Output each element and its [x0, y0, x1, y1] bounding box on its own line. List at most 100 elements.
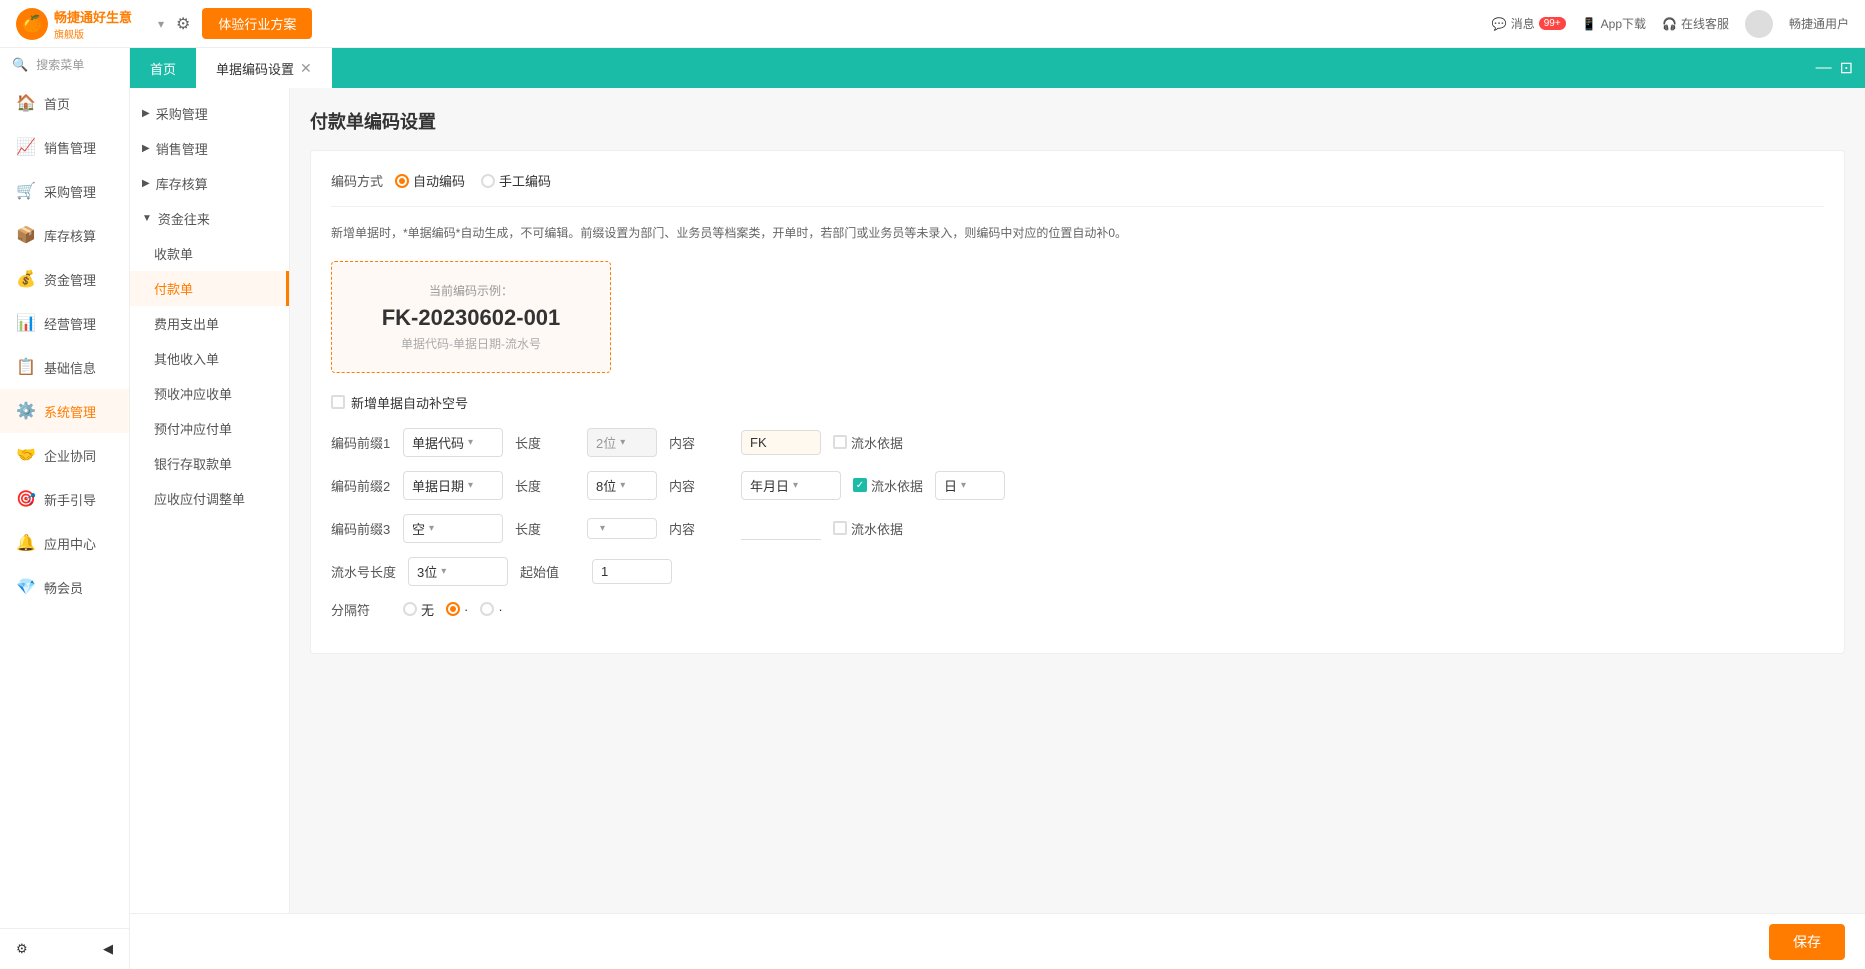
- start-value-input[interactable]: [592, 559, 672, 584]
- sidebar-item-home[interactable]: 🏠 首页: [0, 81, 129, 125]
- left-nav-item-receipt[interactable]: 收款单: [130, 236, 289, 271]
- sidebar-item-label-purchase: 采购管理: [44, 182, 96, 201]
- left-nav-item-other-income[interactable]: 其他收入单: [130, 341, 289, 376]
- left-nav-item-adjust[interactable]: 应收应付调整单: [130, 481, 289, 516]
- left-nav-cashflow-title[interactable]: ▼ 资金往来: [130, 201, 289, 236]
- sidebar-item-enterprise[interactable]: 🤝 企业协同: [0, 433, 129, 477]
- sidebar-item-label-sales: 销售管理: [44, 138, 96, 157]
- prefix1-stream-checkbox-box: [833, 435, 847, 449]
- tab-minimize-icon[interactable]: —: [1816, 59, 1832, 77]
- sidebar-item-sales[interactable]: 📈 销售管理: [0, 125, 129, 169]
- left-nav-item-payment[interactable]: 付款单: [130, 271, 289, 306]
- sales-icon: 📈: [16, 137, 36, 157]
- system-icon: ⚙️: [16, 401, 36, 421]
- tab-maximize-icon[interactable]: ⊡: [1840, 58, 1853, 78]
- messages-badge: 99+: [1539, 17, 1566, 30]
- manual-encoding-label: 手工编码: [499, 171, 551, 190]
- sidebar-item-purchase[interactable]: 🛒 采购管理: [0, 169, 129, 213]
- separator-dot[interactable]: ·: [446, 602, 468, 617]
- messages-control[interactable]: 💬 消息 99+: [1492, 15, 1566, 32]
- save-button[interactable]: 保存: [1769, 924, 1845, 960]
- prefix2-stream-unit: 日: [944, 476, 957, 495]
- prefix3-length-label: 长度: [515, 519, 575, 538]
- left-nav-purchase-title[interactable]: ▶ 采购管理: [130, 96, 289, 131]
- left-nav-item-pre-payable[interactable]: 预付冲应付单: [130, 411, 289, 446]
- sidebar-item-label-basic: 基础信息: [44, 358, 96, 377]
- left-nav-adjust-label: 应收应付调整单: [154, 492, 245, 507]
- left-nav-item-pre-receivable[interactable]: 预收冲应收单: [130, 376, 289, 411]
- member-icon: 💎: [16, 577, 36, 597]
- prefix2-select[interactable]: 单据日期 ▾: [403, 471, 503, 500]
- prefix3-content-input: [741, 516, 821, 540]
- prefix1-stream-label: 流水依据: [851, 433, 903, 452]
- separator-label: 分隔符: [331, 600, 391, 619]
- settings-button[interactable]: ⚙: [176, 14, 190, 34]
- left-nav-sales-title[interactable]: ▶ 销售管理: [130, 131, 289, 166]
- prefix1-stream-checkbox[interactable]: 流水依据: [833, 433, 903, 452]
- form-row-prefix2: 编码前缀2 单据日期 ▾ 长度 8位 ▾ 内容 年月日: [331, 471, 1824, 500]
- sep-dot-label: ·: [464, 602, 468, 617]
- encoding-method-row: 编码方式 自动编码 手工编码: [331, 171, 1824, 207]
- tabs-bar-right: — ⊡: [1816, 58, 1865, 78]
- service-icon: 🎧: [1662, 17, 1677, 31]
- prefix2-stream-unit-select[interactable]: 日 ▾: [935, 471, 1005, 500]
- prefix3-stream-checkbox[interactable]: 流水依据: [833, 519, 903, 538]
- left-nav-item-bank[interactable]: 银行存取款单: [130, 446, 289, 481]
- radio-auto-encoding[interactable]: 自动编码: [395, 171, 465, 190]
- sidebar-item-inventory[interactable]: 📦 库存核算: [0, 213, 129, 257]
- sidebar-item-operations[interactable]: 📊 经营管理: [0, 301, 129, 345]
- left-nav-group-inventory: ▶ 库存核算: [130, 166, 289, 201]
- prefix1-content-input[interactable]: [741, 430, 821, 455]
- example-code: FK-20230602-001: [362, 305, 580, 331]
- collapse-icon[interactable]: ◀: [103, 941, 113, 957]
- prefix2-length-select[interactable]: 8位 ▾: [587, 471, 657, 500]
- prefix2-content-select[interactable]: 年月日 ▾: [741, 471, 841, 500]
- settings-footer-icon[interactable]: ⚙: [16, 941, 28, 957]
- sidebar-search-label: 搜索菜单: [36, 56, 84, 73]
- radio-manual-encoding[interactable]: 手工编码: [481, 171, 551, 190]
- left-nav-inventory-title[interactable]: ▶ 库存核算: [130, 166, 289, 201]
- left-nav-pre-receivable-label: 预收冲应收单: [154, 387, 232, 402]
- form-row-prefix1: 编码前缀1 单据代码 ▾ 长度 2位 ▾ 内容: [331, 428, 1824, 457]
- sidebar-item-member[interactable]: 💎 畅会员: [0, 565, 129, 609]
- sidebar-item-basic-info[interactable]: 📋 基础信息: [0, 345, 129, 389]
- radio-manual-unchecked: [481, 174, 495, 188]
- serial-length-select[interactable]: 3位 ▾: [408, 557, 508, 586]
- prefix2-content-caret: ▾: [793, 480, 798, 491]
- prefix2-stream-checkbox[interactable]: ✓ 流水依据: [853, 476, 923, 495]
- prefix3-length-select[interactable]: ▾: [587, 518, 657, 539]
- tab-encoding-settings[interactable]: 单据编码设置 ✕: [196, 48, 332, 88]
- auto-fill-checkbox[interactable]: [331, 395, 345, 409]
- logo-text: 畅捷通好生意 旗舰版: [54, 7, 132, 41]
- app-download-control[interactable]: 📱 App下载: [1582, 15, 1646, 32]
- separator-none[interactable]: 无: [403, 600, 434, 619]
- header-dropdown[interactable]: ▾: [158, 17, 164, 31]
- sidebar-item-search[interactable]: 🔍 搜索菜单: [0, 48, 129, 81]
- sidebar-item-finance[interactable]: 💰 资金管理: [0, 257, 129, 301]
- left-nav-group-cashflow: ▼ 资金往来 收款单 付款单 费用支出单 其他收入单: [130, 201, 289, 516]
- prefix3-select[interactable]: 空 ▾: [403, 514, 503, 543]
- separator-dot2[interactable]: ·: [480, 602, 502, 617]
- purchase-icon: 🛒: [16, 181, 36, 201]
- sidebar: 🔍 搜索菜单 🏠 首页 📈 销售管理 🛒 采购管理 📦 库存核算 💰 资金管理 …: [0, 48, 130, 969]
- app-center-icon: 🔔: [16, 533, 36, 553]
- main-page: 付款单编码设置 编码方式 自动编码 手工编码: [290, 88, 1865, 913]
- prefix3-select-value: 空: [412, 519, 425, 538]
- left-nav-pre-payable-label: 预付冲应付单: [154, 422, 232, 437]
- sidebar-item-label-system: 系统管理: [44, 402, 96, 421]
- chevron-right-icon-2: ▶: [142, 143, 150, 154]
- prefix1-select[interactable]: 单据代码 ▾: [403, 428, 503, 457]
- left-nav-item-expense[interactable]: 费用支出单: [130, 306, 289, 341]
- sidebar-item-system[interactable]: ⚙️ 系统管理: [0, 389, 129, 433]
- industry-button[interactable]: 体验行业方案: [202, 8, 312, 39]
- sidebar-item-app-center[interactable]: 🔔 应用中心: [0, 521, 129, 565]
- left-nav-receipt-label: 收款单: [154, 247, 193, 262]
- user-avatar[interactable]: [1745, 10, 1773, 38]
- tab-close-icon[interactable]: ✕: [300, 60, 312, 77]
- sidebar-item-guide[interactable]: 🎯 新手引导: [0, 477, 129, 521]
- prefix3-stream-checkbox-box: [833, 521, 847, 535]
- online-service-control[interactable]: 🎧 在线客服: [1662, 15, 1729, 32]
- tab-home[interactable]: 首页: [130, 48, 196, 88]
- messages-label: 消息: [1511, 15, 1535, 32]
- prefix1-caret: ▾: [468, 437, 473, 448]
